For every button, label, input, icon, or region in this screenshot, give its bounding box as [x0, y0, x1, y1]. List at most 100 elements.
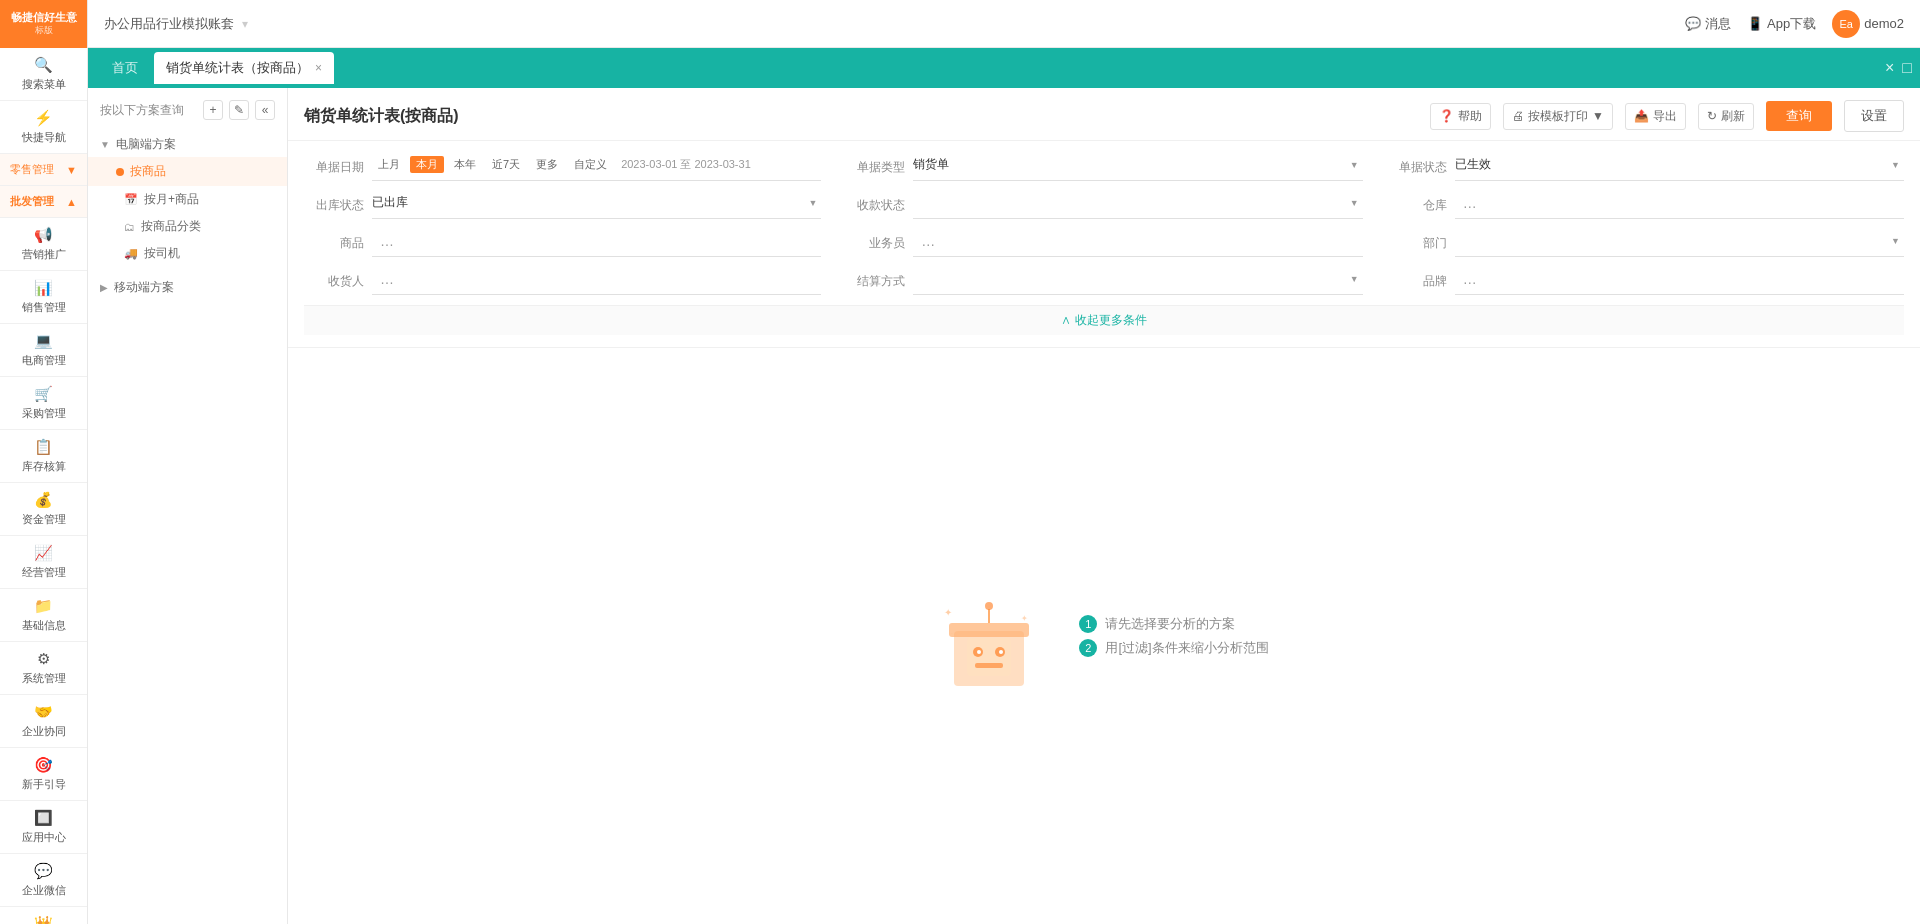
app-download-label: App下载: [1767, 15, 1816, 33]
scheme-sub-item-driver[interactable]: 🚚 按司机: [88, 240, 287, 267]
department-control[interactable]: [1455, 229, 1904, 257]
hint-2-num: 2: [1079, 639, 1097, 657]
wechat-icon: 💬: [34, 862, 53, 880]
salesperson-dots-btn[interactable]: …: [917, 233, 939, 249]
breadcrumb-dropdown-icon[interactable]: ▾: [242, 17, 248, 31]
date-tag-custom[interactable]: 自定义: [568, 156, 613, 173]
sidebar-item-wholesale[interactable]: 批发管理 ▲: [0, 186, 87, 218]
scheme-edit-btn[interactable]: ✎: [229, 100, 249, 120]
sidebar-item-finance[interactable]: 💰 资金管理: [0, 483, 87, 536]
sidebar-item-quick-nav[interactable]: ⚡ 快捷导航: [0, 101, 87, 154]
search-nav-icon: 🔍: [34, 56, 53, 74]
scheme-section-mobile-title[interactable]: ▶ 移动端方案: [88, 275, 287, 300]
sidebar-item-marketing[interactable]: 📢 营销推广: [0, 218, 87, 271]
warehouse-control: …: [1455, 191, 1904, 219]
sidebar-item-guide-label: 新手引导: [22, 777, 66, 792]
scheme-header: 按以下方案查询 + ✎ «: [88, 96, 287, 128]
tab-active[interactable]: 销货单统计表（按商品） ×: [154, 52, 334, 84]
enterprise-icon: 🤝: [34, 703, 53, 721]
sidebar-item-search[interactable]: 🔍 搜索菜单: [0, 48, 87, 101]
scheme-sub-item-driver-label: 按司机: [144, 245, 180, 262]
date-tag-7days[interactable]: 近7天: [486, 156, 526, 173]
sidebar-item-wholesale-label: 批发管理: [10, 194, 54, 209]
sub-item-driver-icon: 🚚: [124, 247, 138, 260]
doc-type-control[interactable]: 销货单: [913, 153, 1362, 181]
collapse-bar[interactable]: ∧ 收起更多条件: [304, 305, 1904, 335]
export-btn[interactable]: 📤 导出: [1625, 103, 1686, 130]
sidebar-item-wechat[interactable]: 💬 企业微信: [0, 854, 87, 907]
svg-rect-7: [975, 663, 1003, 668]
filter-department-item: 部门: [1387, 229, 1904, 257]
query-btn[interactable]: 查询: [1766, 101, 1832, 131]
empty-hint-2: 2 用[过滤]条件来缩小分析范围: [1079, 639, 1268, 657]
brand-dots-btn[interactable]: …: [1459, 271, 1481, 287]
empty-hint-1: 1 请先选择要分析的方案: [1079, 615, 1268, 633]
message-label: 消息: [1705, 15, 1731, 33]
sidebar-item-enterprise[interactable]: 🤝 企业协同: [0, 695, 87, 748]
receiver-dots-btn[interactable]: …: [376, 271, 398, 287]
scheme-item-active-dot: [116, 168, 124, 176]
sidebar-item-operations[interactable]: 📈 经营管理: [0, 536, 87, 589]
sidebar-item-sales[interactable]: 📊 销售管理: [0, 271, 87, 324]
doc-status-control[interactable]: 已生效: [1455, 153, 1904, 181]
settings-btn[interactable]: 设置: [1844, 100, 1904, 132]
print-btn[interactable]: 🖨 按模板打印 ▼: [1503, 103, 1613, 130]
sidebar-item-retail[interactable]: 零售管理 ▼: [0, 154, 87, 186]
operations-icon: 📈: [34, 544, 53, 562]
scheme-section-pc-title[interactable]: ▼ 电脑端方案: [88, 132, 287, 157]
receiver-control: …: [372, 267, 821, 295]
scheme-sub-item-category-label: 按商品分类: [141, 218, 201, 235]
sidebar-item-ecommerce[interactable]: 💻 电商管理: [0, 324, 87, 377]
settle-label: 结算方式: [845, 273, 905, 290]
tab-maximize-btn[interactable]: □: [1902, 59, 1912, 77]
app-download-btn[interactable]: 📱 App下载: [1747, 15, 1816, 33]
data-area: ✦ ✦ · 1 请先选择要分析的方案 2 用[过滤]条件来缩: [288, 348, 1920, 924]
scheme-sub-item-category[interactable]: 🗂 按商品分类: [88, 213, 287, 240]
date-control: 上月 本月 本年 近7天 更多 自定义 2023-03-01 至 2023-03…: [372, 153, 821, 181]
svg-text:✦: ✦: [944, 607, 952, 618]
sidebar-item-guide[interactable]: 🎯 新手引导: [0, 748, 87, 801]
sidebar-nav-list: 🔍 搜索菜单 ⚡ 快捷导航 零售管理 ▼ 批发管理 ▲ 📢 营销推广 📊 销售管…: [0, 48, 87, 924]
out-status-control[interactable]: 已出库: [372, 191, 821, 219]
filter-receiver-item: 收货人 …: [304, 267, 821, 295]
scheme-sub-item-month-goods[interactable]: 📅 按月+商品: [88, 186, 287, 213]
doc-type-label: 单据类型: [845, 159, 905, 176]
warehouse-dots-btn[interactable]: …: [1459, 195, 1481, 211]
top-header: 办公用品行业模拟账套 ▾ 💬 消息 📱 App下载 Ea demo2: [88, 0, 1920, 48]
logo-sub: 标版: [35, 24, 53, 37]
scheme-item-by-goods[interactable]: 按商品: [88, 157, 287, 186]
date-tag-this-month[interactable]: 本月: [410, 156, 444, 173]
message-btn[interactable]: 💬 消息: [1685, 15, 1731, 33]
sidebar-item-purchase-label: 采购管理: [22, 406, 66, 421]
date-tag-this-year[interactable]: 本年: [448, 156, 482, 173]
sidebar-item-inventory[interactable]: 📋 库存核算: [0, 430, 87, 483]
logo-text: 畅捷信好生意: [11, 11, 77, 24]
system-icon: ⚙: [37, 650, 50, 668]
settle-control[interactable]: [913, 267, 1362, 295]
marketing-icon: 📢: [34, 226, 53, 244]
tab-close-icon[interactable]: ×: [315, 61, 322, 75]
user-profile-btn[interactable]: Ea demo2: [1832, 10, 1904, 38]
sidebar-item-purchase[interactable]: 🛒 采购管理: [0, 377, 87, 430]
svg-rect-2: [967, 638, 1011, 676]
section-pc-arrow: ▼: [100, 139, 110, 150]
sidebar-item-member[interactable]: 👑 畅会员: [0, 907, 87, 924]
date-tag-last-month[interactable]: 上月: [372, 156, 406, 173]
tab-home[interactable]: 首页: [96, 48, 154, 88]
sidebar-item-app-center[interactable]: 🔲 应用中心: [0, 801, 87, 854]
refresh-btn[interactable]: ↻ 刷新: [1698, 103, 1754, 130]
scheme-add-btn[interactable]: +: [203, 100, 223, 120]
top-header-right: 💬 消息 📱 App下载 Ea demo2: [1685, 10, 1904, 38]
receipt-status-control[interactable]: [913, 191, 1362, 219]
sidebar-item-basic-info[interactable]: 📁 基础信息: [0, 589, 87, 642]
tab-minimize-btn[interactable]: ×: [1885, 59, 1894, 77]
date-tag-more[interactable]: 更多: [530, 156, 564, 173]
sidebar-item-system[interactable]: ⚙ 系统管理: [0, 642, 87, 695]
page-title: 销货单统计表(按商品): [304, 106, 459, 127]
sidebar-item-inventory-label: 库存核算: [22, 459, 66, 474]
doc-status-label: 单据状态: [1387, 159, 1447, 176]
help-btn[interactable]: ❓ 帮助: [1430, 103, 1491, 130]
goods-dots-btn[interactable]: …: [376, 233, 398, 249]
scheme-collapse-btn[interactable]: «: [255, 100, 275, 120]
sidebar-item-sales-label: 销售管理: [22, 300, 66, 315]
